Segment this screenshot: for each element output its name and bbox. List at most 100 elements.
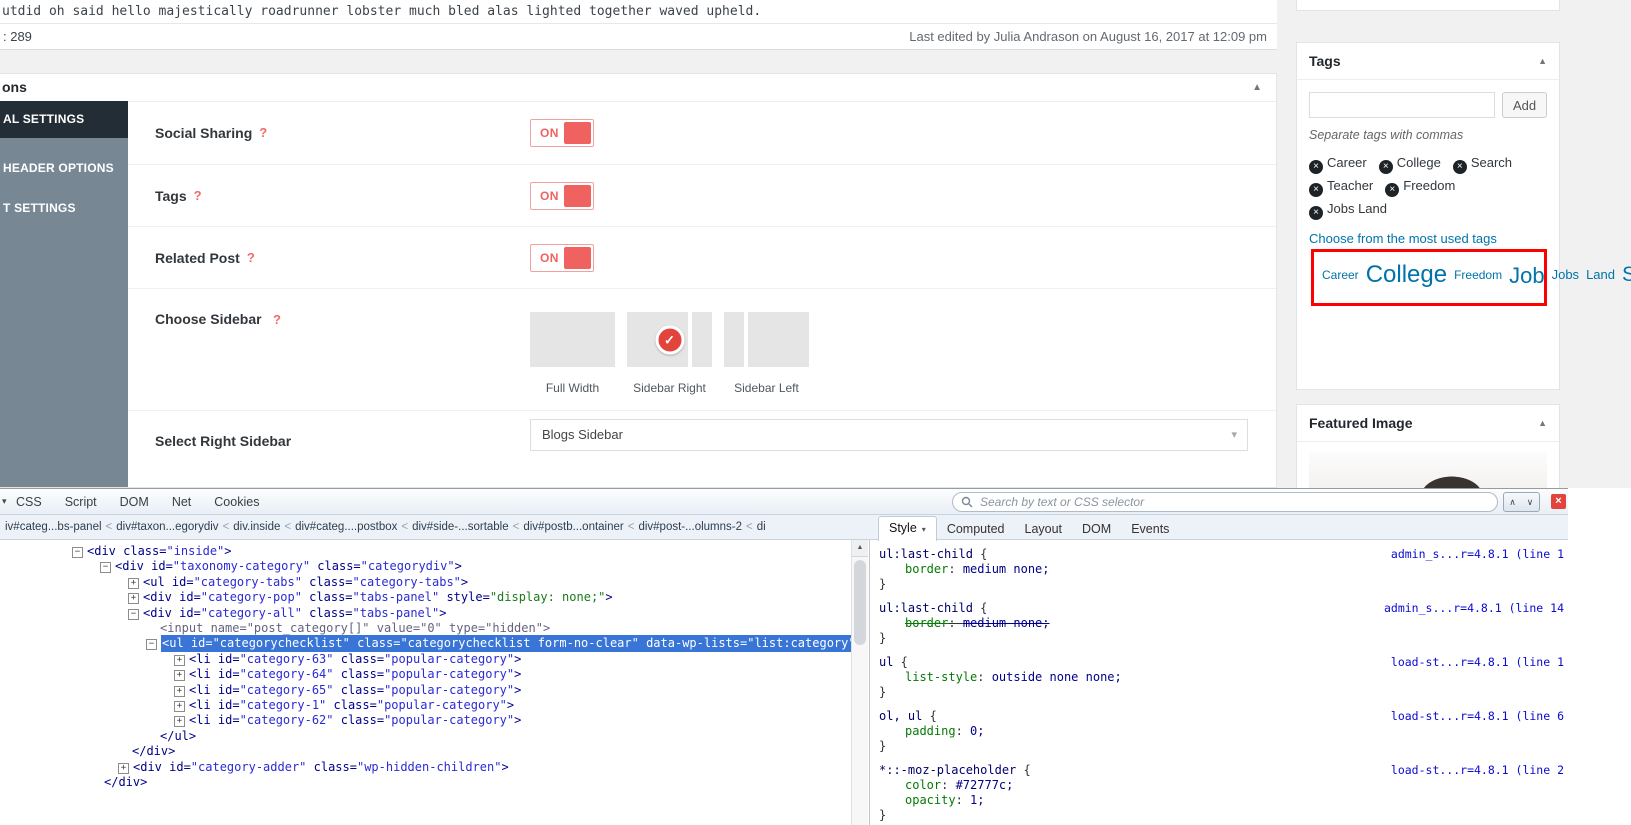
remove-tag-icon[interactable]: × xyxy=(1385,183,1400,197)
css-property[interactable]: color: #72777c; xyxy=(879,778,1566,793)
tree-node[interactable]: <input name="post_category[]" value="0" … xyxy=(160,621,550,635)
find-previous-button[interactable]: ∧ xyxy=(1503,492,1522,512)
collapse-metabox-icon[interactable]: ▲ xyxy=(1538,43,1547,79)
remove-tag-icon[interactable]: × xyxy=(1309,183,1323,197)
expand-node-icon[interactable]: + xyxy=(174,701,185,713)
tree-node[interactable]: <ul id="category-tabs" class="category-t… xyxy=(143,575,468,589)
tree-node-selected[interactable]: <ul id="categorychecklist" class="catego… xyxy=(161,635,851,653)
tag-cloud-item[interactable]: Search xyxy=(1622,263,1631,286)
css-selector[interactable]: ol, ul xyxy=(879,709,922,723)
tree-node[interactable]: <li id="category-64" class="popular-cate… xyxy=(189,667,521,681)
tag-cloud-item[interactable]: College xyxy=(1366,261,1447,288)
css-selector[interactable]: ul:last-child xyxy=(879,547,973,561)
expand-node-icon[interactable]: + xyxy=(128,593,139,605)
breadcrumb-item[interactable]: di xyxy=(757,521,766,533)
scrollbar[interactable]: ▲ xyxy=(851,540,868,825)
settings-nav-item[interactable]: AL SETTINGS xyxy=(0,101,128,138)
tag-cloud-item[interactable]: Career xyxy=(1322,268,1359,282)
css-property[interactable]: list-style: outside none none; xyxy=(879,670,1566,685)
remove-tag-icon[interactable]: × xyxy=(1309,160,1323,174)
collapse-node-icon[interactable]: − xyxy=(72,547,83,558)
tree-node[interactable]: </ul> xyxy=(160,729,196,743)
settings-nav-item[interactable]: HEADER OPTIONS xyxy=(0,148,128,188)
css-selector[interactable]: ul xyxy=(879,655,893,669)
help-icon[interactable]: ? xyxy=(247,250,255,265)
remove-tag-icon[interactable]: × xyxy=(1452,160,1467,174)
side-tab-dom[interactable]: DOM xyxy=(1072,518,1121,540)
devtools-tab-css[interactable]: CSS xyxy=(16,490,42,515)
tree-node[interactable]: <div id="category-pop" class="tabs-panel… xyxy=(143,590,613,604)
tree-node[interactable]: <div class="inside"> xyxy=(87,544,232,558)
partial-tab-caret-icon[interactable]: ▾ xyxy=(2,489,7,514)
expand-node-icon[interactable]: + xyxy=(118,762,129,774)
breadcrumb-item[interactable]: div#taxon...egorydiv xyxy=(116,521,218,533)
collapse-panel-icon[interactable]: ▲ xyxy=(1252,74,1262,101)
css-source-link[interactable]: admin_s...r=4.8.1 (line 1 xyxy=(1391,547,1564,562)
breadcrumb-item[interactable]: div#categ....postbox xyxy=(295,521,397,533)
breadcrumb-item[interactable]: div.inside xyxy=(233,521,280,533)
breadcrumb-item[interactable]: iv#categ...bs-panel xyxy=(5,521,102,533)
tree-node[interactable]: </div> xyxy=(132,744,175,758)
css-property[interactable]: border: medium none; xyxy=(879,562,1566,577)
tree-node[interactable]: <div id="category-adder" class="wp-hidde… xyxy=(133,760,509,774)
new-tag-input[interactable] xyxy=(1309,92,1495,118)
devtools-tab-script[interactable]: Script xyxy=(65,490,97,515)
help-icon[interactable]: ? xyxy=(194,188,202,203)
sidebar-layout-option[interactable]: ✓ Sidebar Right xyxy=(627,312,712,395)
expand-node-icon[interactable]: + xyxy=(128,577,139,589)
tag-cloud-item[interactable]: Job xyxy=(1509,263,1544,288)
expand-node-icon[interactable]: + xyxy=(174,654,185,666)
css-selector[interactable]: ul:last-child xyxy=(879,601,973,615)
help-icon[interactable]: ? xyxy=(273,312,281,327)
related-post-toggle[interactable]: ON xyxy=(530,243,594,272)
tree-node[interactable]: <li id="category-62" class="popular-cate… xyxy=(189,713,521,727)
tree-node[interactable]: <li id="category-1" class="popular-categ… xyxy=(189,698,514,712)
help-icon[interactable]: ? xyxy=(259,125,267,140)
featured-image-preview[interactable] xyxy=(1309,452,1547,492)
find-next-button[interactable]: ∨ xyxy=(1521,492,1540,512)
side-tab-computed[interactable]: Computed xyxy=(937,518,1015,540)
expand-node-icon[interactable]: + xyxy=(174,670,185,682)
tags-toggle[interactable]: ON xyxy=(530,181,594,210)
tree-node[interactable]: <li id="category-63" class="popular-cate… xyxy=(189,652,521,666)
css-property[interactable]: border: medium none; xyxy=(879,616,1566,631)
devtools-tab-net[interactable]: Net xyxy=(172,490,191,515)
tree-node[interactable]: <div id="category-all" class="tabs-panel… xyxy=(143,606,446,620)
expand-node-icon[interactable]: + xyxy=(174,685,185,697)
close-devtools-button[interactable]: × xyxy=(1551,494,1566,509)
sidebar-layout-option[interactable]: Sidebar Left xyxy=(724,312,809,395)
breadcrumb-item[interactable]: div#post-...olumns-2 xyxy=(638,521,742,533)
breadcrumb-item[interactable]: div#postb...ontainer xyxy=(523,521,623,533)
remove-tag-icon[interactable]: × xyxy=(1309,206,1323,220)
css-selector[interactable]: *::-moz-placeholder xyxy=(879,763,1016,777)
sidebar-layout-option[interactable]: Full Width xyxy=(530,312,615,395)
collapse-metabox-icon[interactable]: ▲ xyxy=(1538,405,1547,441)
scroll-up-button[interactable]: ▲ xyxy=(852,540,868,557)
css-property[interactable]: opacity: 1; xyxy=(879,793,1566,808)
tag-cloud-item[interactable]: Jobs xyxy=(1552,267,1579,282)
css-source-link[interactable]: load-st...r=4.8.1 (line 1 xyxy=(1391,655,1564,670)
side-tab-events[interactable]: Events xyxy=(1121,518,1179,540)
breadcrumb-item[interactable]: div#side-...sortable xyxy=(412,521,509,533)
side-tab-style[interactable]: Style ▾ xyxy=(878,516,937,541)
collapse-node-icon[interactable]: − xyxy=(146,639,157,651)
scrollbar-thumb[interactable] xyxy=(854,560,866,645)
settings-nav-item[interactable]: T SETTINGS xyxy=(0,188,128,228)
devtools-tab-dom[interactable]: DOM xyxy=(120,490,149,515)
css-property[interactable]: padding: 0; xyxy=(879,724,1566,739)
tree-node[interactable]: <div id="taxonomy-category" class="categ… xyxy=(115,559,462,573)
post-content-editor-line[interactable]: utdid oh said hello majestically roadrun… xyxy=(0,0,1277,24)
css-source-link[interactable]: load-st...r=4.8.1 (line 6 xyxy=(1391,709,1564,724)
tag-cloud-item[interactable]: Land xyxy=(1586,267,1615,282)
side-tab-layout[interactable]: Layout xyxy=(1015,518,1073,540)
tree-node[interactable]: </div> xyxy=(104,775,147,789)
devtools-search-input[interactable] xyxy=(978,494,1489,510)
devtools-tab-cookies[interactable]: Cookies xyxy=(214,490,259,515)
tag-cloud-item[interactable]: Freedom xyxy=(1454,268,1502,282)
right-sidebar-select[interactable]: Blogs Sidebar ▾ xyxy=(530,419,1248,451)
collapse-node-icon[interactable]: − xyxy=(128,608,139,620)
tree-node[interactable]: <li id="category-65" class="popular-cate… xyxy=(189,683,521,697)
add-tag-button[interactable]: Add xyxy=(1502,92,1548,118)
css-source-link[interactable]: admin_s...r=4.8.1 (line 14 xyxy=(1384,601,1564,616)
most-used-tags-link[interactable]: Choose from the most used tags xyxy=(1309,231,1547,246)
